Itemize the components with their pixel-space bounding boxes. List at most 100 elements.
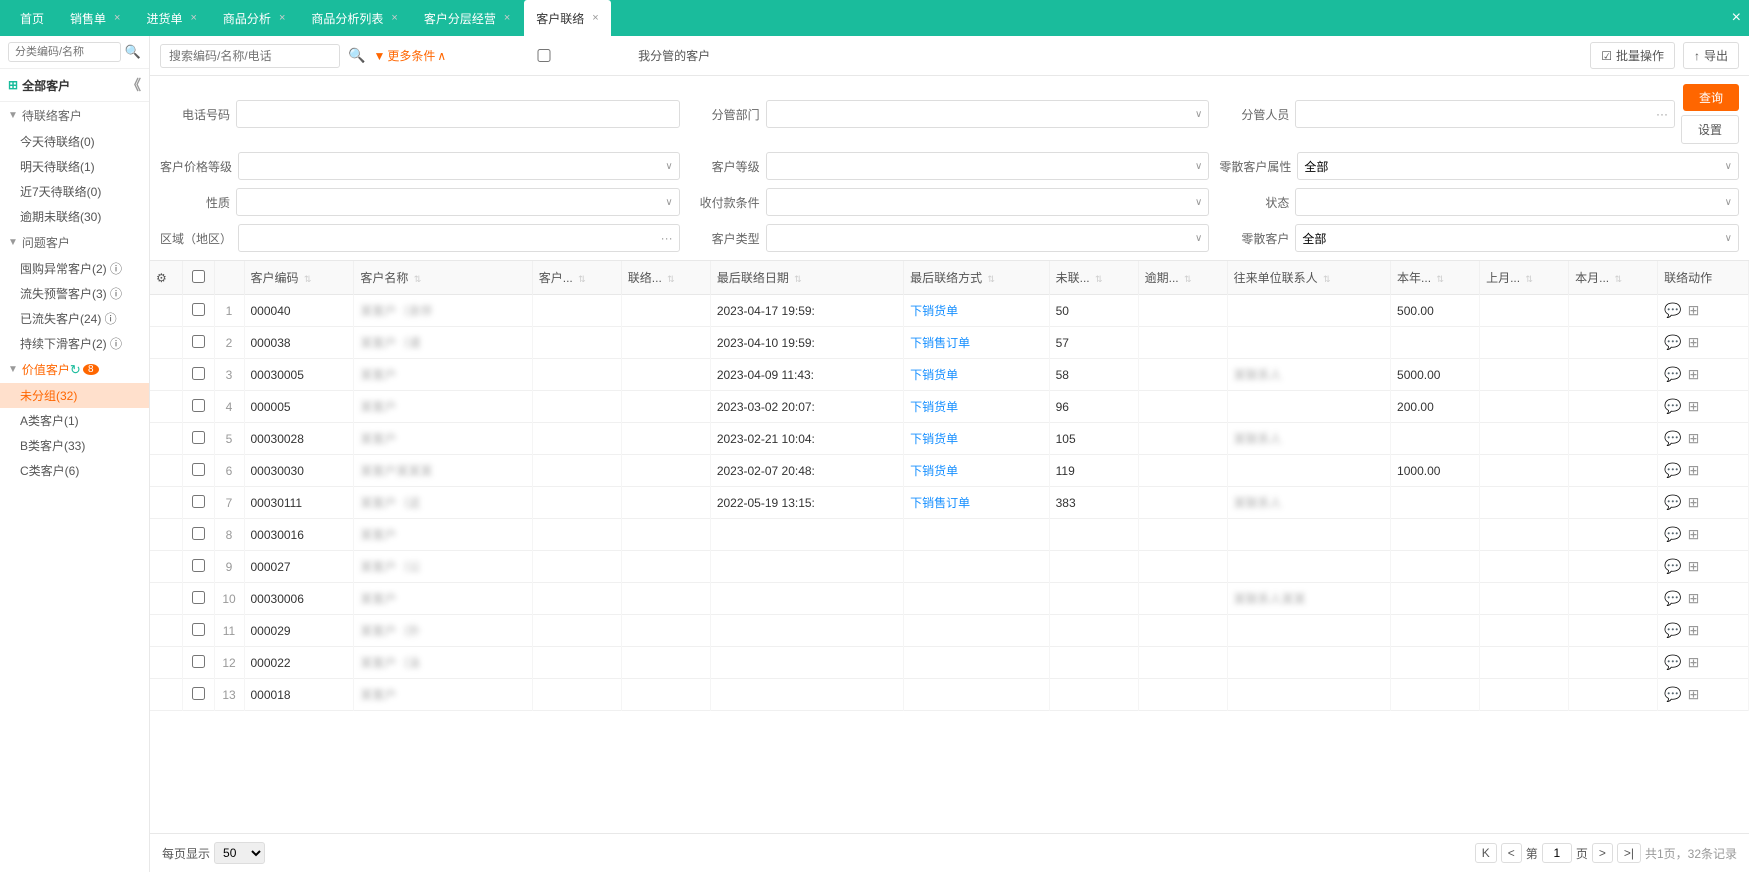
- chat-icon[interactable]: 💬: [1664, 526, 1681, 543]
- page-number-input[interactable]: [1542, 843, 1572, 863]
- sidebar-item-churn[interactable]: 流失预警客户(3) ⓘ: [0, 281, 149, 306]
- chat-icon[interactable]: 💬: [1664, 654, 1681, 671]
- chat-icon[interactable]: 💬: [1664, 398, 1681, 415]
- grid-action-icon[interactable]: ⊞: [1688, 558, 1700, 575]
- row-settings-icon[interactable]: [150, 519, 182, 551]
- last-page-button[interactable]: >|: [1617, 843, 1641, 863]
- more-conditions-button[interactable]: ▼ 更多条件 ∧: [373, 47, 446, 64]
- chat-icon[interactable]: 💬: [1664, 494, 1681, 511]
- chat-icon[interactable]: 💬: [1664, 302, 1681, 319]
- chat-icon[interactable]: 💬: [1664, 558, 1681, 575]
- grid-action-icon[interactable]: ⊞: [1688, 398, 1700, 415]
- row-checkbox[interactable]: [192, 463, 205, 476]
- select-all-checkbox[interactable]: [192, 270, 205, 283]
- name-col-header[interactable]: 客户名称 ⇅: [354, 261, 532, 295]
- row-checkbox-cell[interactable]: [182, 679, 214, 711]
- row-checkbox-cell[interactable]: [182, 519, 214, 551]
- select-all-col-header[interactable]: [182, 261, 214, 295]
- row-settings-icon[interactable]: [150, 679, 182, 711]
- contact-type-link[interactable]: 下销货单: [910, 304, 958, 318]
- tab-sales[interactable]: 销售单 ×: [58, 0, 132, 36]
- row-checkbox-cell[interactable]: [182, 647, 214, 679]
- retail-attr-select[interactable]: 全部∨: [1297, 152, 1739, 180]
- customer-type-select[interactable]: ∨: [766, 224, 1210, 252]
- chat-icon[interactable]: 💬: [1664, 686, 1681, 703]
- first-page-button[interactable]: K: [1475, 843, 1497, 863]
- row-checkbox-cell[interactable]: [182, 615, 214, 647]
- grid-action-icon[interactable]: ⊞: [1688, 494, 1700, 511]
- retail-select[interactable]: 全部∨: [1295, 224, 1739, 252]
- contact-person-col-header[interactable]: 往来单位联系人 ⇅: [1227, 261, 1390, 295]
- batch-operation-button[interactable]: ☑ 批量操作: [1590, 42, 1675, 69]
- my-customers-checkbox-label[interactable]: 我分管的客户: [454, 47, 710, 64]
- row-settings-icon[interactable]: [150, 615, 182, 647]
- manager-input[interactable]: ···: [1295, 100, 1675, 128]
- phone-input[interactable]: [236, 100, 680, 128]
- sidebar-group-problem[interactable]: ▼ 问题客户: [0, 229, 149, 256]
- row-checkbox[interactable]: [192, 591, 205, 604]
- close-customer-contact-icon[interactable]: ×: [592, 12, 598, 24]
- row-checkbox[interactable]: [192, 431, 205, 444]
- chat-icon[interactable]: 💬: [1664, 366, 1681, 383]
- last-contact-date-col-header[interactable]: 最后联络日期 ⇅: [710, 261, 903, 295]
- type-col-header[interactable]: 客户... ⇅: [532, 261, 621, 295]
- payment-select[interactable]: ∨: [766, 188, 1210, 216]
- chat-icon[interactable]: 💬: [1664, 430, 1681, 447]
- close-customer-tier-icon[interactable]: ×: [504, 12, 510, 24]
- row-settings-icon[interactable]: [150, 295, 182, 327]
- tab-product-analysis[interactable]: 商品分析 ×: [211, 0, 297, 36]
- row-checkbox-cell[interactable]: [182, 295, 214, 327]
- grid-action-icon[interactable]: ⊞: [1688, 430, 1700, 447]
- tab-purchase[interactable]: 进货单 ×: [134, 0, 208, 36]
- sidebar-item-classB[interactable]: B类客户(33): [0, 433, 149, 458]
- sidebar-item-week[interactable]: 近7天待联络(0): [0, 179, 149, 204]
- row-checkbox[interactable]: [192, 367, 205, 380]
- contact-col-header[interactable]: 联络... ⇅: [621, 261, 710, 295]
- tab-customer-tier[interactable]: 客户分层经营 ×: [412, 0, 522, 36]
- this-year-col-header[interactable]: 本年... ⇅: [1391, 261, 1480, 295]
- next-page-button[interactable]: >: [1592, 843, 1613, 863]
- sidebar-item-classA[interactable]: A类客户(1): [0, 408, 149, 433]
- row-checkbox-cell[interactable]: [182, 423, 214, 455]
- row-settings-icon[interactable]: [150, 583, 182, 615]
- tab-home[interactable]: 首页: [8, 0, 56, 36]
- last-month-col-header[interactable]: 上月... ⇅: [1480, 261, 1569, 295]
- row-checkbox-cell[interactable]: [182, 487, 214, 519]
- this-month-col-header[interactable]: 本月... ⇅: [1569, 261, 1658, 295]
- export-button[interactable]: ↑ 导出: [1683, 42, 1739, 69]
- row-checkbox[interactable]: [192, 303, 205, 316]
- close-sales-icon[interactable]: ×: [114, 12, 120, 24]
- price-level-select[interactable]: ∨: [238, 152, 680, 180]
- search-button[interactable]: 🔍: [348, 47, 365, 64]
- settings-col-header[interactable]: ⚙: [150, 261, 182, 295]
- last-contact-type-col-header[interactable]: 最后联络方式 ⇅: [904, 261, 1050, 295]
- sidebar-item-ungroup[interactable]: 未分组(32): [0, 383, 149, 408]
- row-settings-icon[interactable]: [150, 455, 182, 487]
- contact-type-link[interactable]: 下销货单: [910, 464, 958, 478]
- chat-icon[interactable]: 💬: [1664, 462, 1681, 479]
- dept-select[interactable]: ∨: [766, 100, 1210, 128]
- row-checkbox[interactable]: [192, 687, 205, 700]
- row-settings-icon[interactable]: [150, 647, 182, 679]
- row-checkbox[interactable]: [192, 495, 205, 508]
- sidebar-item-classC[interactable]: C类客户(6): [0, 458, 149, 483]
- contact-type-link[interactable]: 下销售订单: [910, 496, 970, 510]
- tab-customer-contact[interactable]: 客户联络 ×: [524, 0, 610, 36]
- row-checkbox-cell[interactable]: [182, 327, 214, 359]
- contact-type-link[interactable]: 下销货单: [910, 432, 958, 446]
- customer-level-select[interactable]: ∨: [766, 152, 1210, 180]
- overdue-col-header[interactable]: 逾期... ⇅: [1138, 261, 1227, 295]
- contact-type-link[interactable]: 下销货单: [910, 368, 958, 382]
- row-checkbox[interactable]: [192, 335, 205, 348]
- grid-action-icon[interactable]: ⊞: [1688, 366, 1700, 383]
- grid-action-icon[interactable]: ⊞: [1688, 526, 1700, 543]
- sidebar-group-pending[interactable]: ▼ 待联络客户: [0, 102, 149, 129]
- close-product-analysis-icon[interactable]: ×: [279, 12, 285, 24]
- row-checkbox[interactable]: [192, 527, 205, 540]
- row-settings-icon[interactable]: [150, 391, 182, 423]
- tab-product-analysis-list[interactable]: 商品分析列表 ×: [299, 0, 409, 36]
- sidebar-item-overdue[interactable]: 逾期未联络(30): [0, 204, 149, 229]
- refresh-icon[interactable]: ↻: [70, 362, 81, 378]
- close-purchase-icon[interactable]: ×: [190, 12, 196, 24]
- row-checkbox[interactable]: [192, 559, 205, 572]
